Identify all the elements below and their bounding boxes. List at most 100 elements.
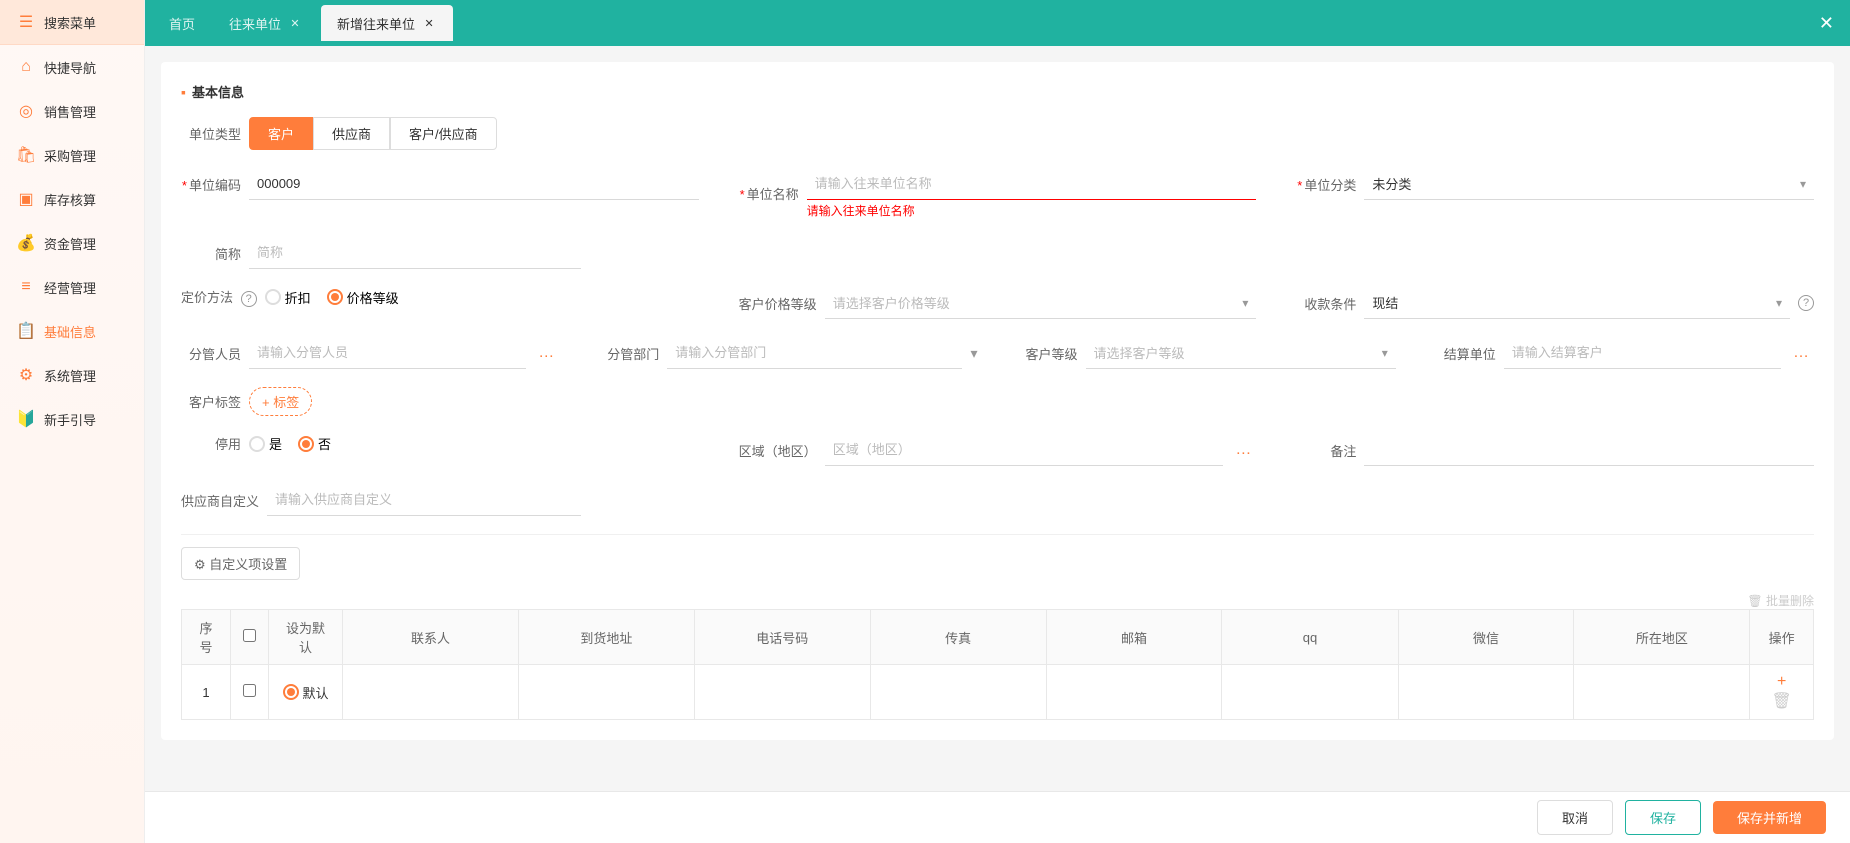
row-address-input[interactable] <box>531 685 682 700</box>
save-new-button[interactable]: 保存并新增 <box>1713 801 1826 834</box>
customer-tag-field: 客户标签 + 标签 <box>181 387 1814 416</box>
type-btn-both[interactable]: 客户/供应商 <box>390 117 497 150</box>
tab-new-partner[interactable]: 新增往来单位 ✕ <box>321 5 453 41</box>
pricing-field: 定价方法 ? 折扣 价格等级 <box>181 287 699 307</box>
pricing-radio-discount[interactable]: 折扣 <box>265 288 311 307</box>
payment-terms-help-icon[interactable]: ? <box>1798 295 1814 311</box>
department-field: 分管部门 ▾ <box>599 337 977 369</box>
row-wechat[interactable] <box>1398 665 1574 720</box>
sidebar-item-system[interactable]: ⚙ 系统管理 <box>0 353 144 397</box>
purchase-icon: 🛍 <box>16 145 36 165</box>
disabled-label: 停用 <box>181 434 241 453</box>
pricing-help-icon[interactable]: ? <box>241 291 257 307</box>
select-all-checkbox[interactable] <box>243 629 256 642</box>
tab-home[interactable]: 首页 <box>153 5 211 41</box>
sidebar-item-quick-nav[interactable]: ⌂ 快捷导航 <box>0 45 144 89</box>
remark-input[interactable] <box>1364 434 1814 466</box>
row-checkbox[interactable] <box>243 684 256 697</box>
tab-new-partner-close[interactable]: ✕ <box>421 15 437 31</box>
row-region-input[interactable] <box>1586 685 1737 700</box>
row-default-radio[interactable]: 默认 <box>281 683 330 702</box>
pricing-radio-price-level[interactable]: 价格等级 <box>327 288 399 307</box>
page-content: ▪ 基本信息 单位类型 客户 供应商 客户/供应商 <box>145 46 1850 791</box>
unit-type-field: 单位类型 客户 供应商 客户/供应商 <box>181 117 1814 150</box>
tab-partners[interactable]: 往来单位 ✕ <box>213 5 319 41</box>
customer-price-level-select[interactable]: 请选择客户价格等级 ▾ <box>825 287 1257 319</box>
unit-code-input[interactable] <box>249 168 699 200</box>
remark-label: 备注 <box>1296 441 1356 460</box>
settlement-unit-input[interactable] <box>1504 337 1781 369</box>
row-email[interactable] <box>1046 665 1222 720</box>
region-label: 区域（地区） <box>739 441 817 460</box>
col-region: 所在地区 <box>1574 610 1750 665</box>
section-title-text: 基本信息 <box>192 82 244 101</box>
sidebar-item-guide[interactable]: 🔰 新手引导 <box>0 397 144 441</box>
unit-name-input[interactable] <box>807 168 1257 200</box>
type-btn-supplier[interactable]: 供应商 <box>313 117 390 150</box>
unit-category-select[interactable]: 未分类 ▾ <box>1364 168 1814 200</box>
row-fax[interactable] <box>870 665 1046 720</box>
row-qq[interactable] <box>1222 665 1398 720</box>
tab-partners-close[interactable]: ✕ <box>287 15 303 31</box>
row-region[interactable] <box>1574 665 1750 720</box>
basic-info-section: ▪ 基本信息 单位类型 客户 供应商 客户/供应商 <box>161 62 1834 740</box>
cancel-button[interactable]: 取消 <box>1537 800 1613 835</box>
row-email-input[interactable] <box>1059 685 1210 700</box>
disabled-region-row: 停用 是 否 <box>181 434 1814 466</box>
row-phone[interactable] <box>694 665 870 720</box>
manager-input[interactable] <box>249 337 526 369</box>
sidebar-item-sales[interactable]: ◎ 销售管理 <box>0 89 144 133</box>
customer-level-chevron: ▾ <box>1382 346 1388 360</box>
row-delete-btn[interactable]: 🗑 <box>1771 693 1791 710</box>
payment-terms-chevron: ▾ <box>1776 296 1782 310</box>
home-icon: ⌂ <box>16 57 36 77</box>
payment-terms-select[interactable]: 现结 ▾ <box>1364 287 1790 319</box>
unit-category-label: *单位分类 <box>1296 175 1356 194</box>
manager-label: 分管人员 <box>181 344 241 363</box>
manager-more-btn[interactable]: … <box>534 344 559 362</box>
customer-level-placeholder: 请选择客户等级 <box>1094 343 1185 362</box>
row-contact-input[interactable] <box>355 685 506 700</box>
row-wechat-input[interactable] <box>1411 685 1562 700</box>
settlement-unit-more-btn[interactable]: … <box>1789 344 1814 362</box>
row-fax-input[interactable] <box>883 685 1034 700</box>
region-more-btn[interactable]: … <box>1231 441 1256 459</box>
disabled-radio-no[interactable]: 否 <box>298 434 331 453</box>
sidebar-search[interactable]: ☰ 搜索菜单 <box>0 0 144 45</box>
basic-info-icon: 📋 <box>16 321 36 341</box>
row-contact[interactable] <box>343 665 519 720</box>
window-close-button[interactable]: ✕ <box>1811 9 1842 38</box>
unit-category-field: *单位分类 未分类 ▾ <box>1296 168 1814 200</box>
short-name-input[interactable] <box>249 237 581 269</box>
sidebar-item-inventory[interactable]: ▣ 库存核算 <box>0 177 144 221</box>
sidebar-item-operations[interactable]: ≡ 经营管理 <box>0 265 144 309</box>
department-label: 分管部门 <box>599 344 659 363</box>
department-input[interactable] <box>667 337 962 369</box>
row-check <box>231 665 269 720</box>
add-tag-button[interactable]: + 标签 <box>249 387 312 416</box>
row-qq-input[interactable] <box>1234 685 1385 700</box>
table-header: 序号 设为默认 联系人 到货地址 电话号码 传真 邮箱 qq 微信 所在地区 操… <box>182 610 1814 665</box>
supplier-custom-input[interactable] <box>267 484 581 516</box>
unit-name-field: *单位名称 请输入往来单位名称 <box>739 168 1257 219</box>
unit-name-wrapper: 请输入往来单位名称 <box>807 168 1257 219</box>
finance-icon: 💰 <box>16 233 36 253</box>
sidebar-item-purchase[interactable]: 🛍 采购管理 <box>0 133 144 177</box>
inventory-icon: ▣ <box>16 189 36 209</box>
row-address[interactable] <box>518 665 694 720</box>
row-seq: 1 <box>182 665 231 720</box>
batch-delete-btn[interactable]: 🗑 批量删除 <box>1747 594 1814 608</box>
customer-level-select[interactable]: 请选择客户等级 ▾ <box>1086 337 1396 369</box>
region-input[interactable] <box>825 434 1224 466</box>
disabled-radio-yes[interactable]: 是 <box>249 434 282 453</box>
table-row: 1 默认 <box>182 665 1814 720</box>
sidebar-item-finance[interactable]: 💰 资金管理 <box>0 221 144 265</box>
section-title: ▪ 基本信息 <box>181 82 1814 101</box>
save-button[interactable]: 保存 <box>1625 800 1701 835</box>
row-add-btn[interactable]: + <box>1777 673 1786 690</box>
type-btn-customer[interactable]: 客户 <box>249 117 313 150</box>
row-phone-input[interactable] <box>707 685 858 700</box>
custom-settings-button[interactable]: ⚙ 自定义项设置 <box>181 547 300 580</box>
unit-code-label: *单位编码 <box>181 175 241 194</box>
sidebar-item-basic-info[interactable]: 📋 基础信息 <box>0 309 144 353</box>
